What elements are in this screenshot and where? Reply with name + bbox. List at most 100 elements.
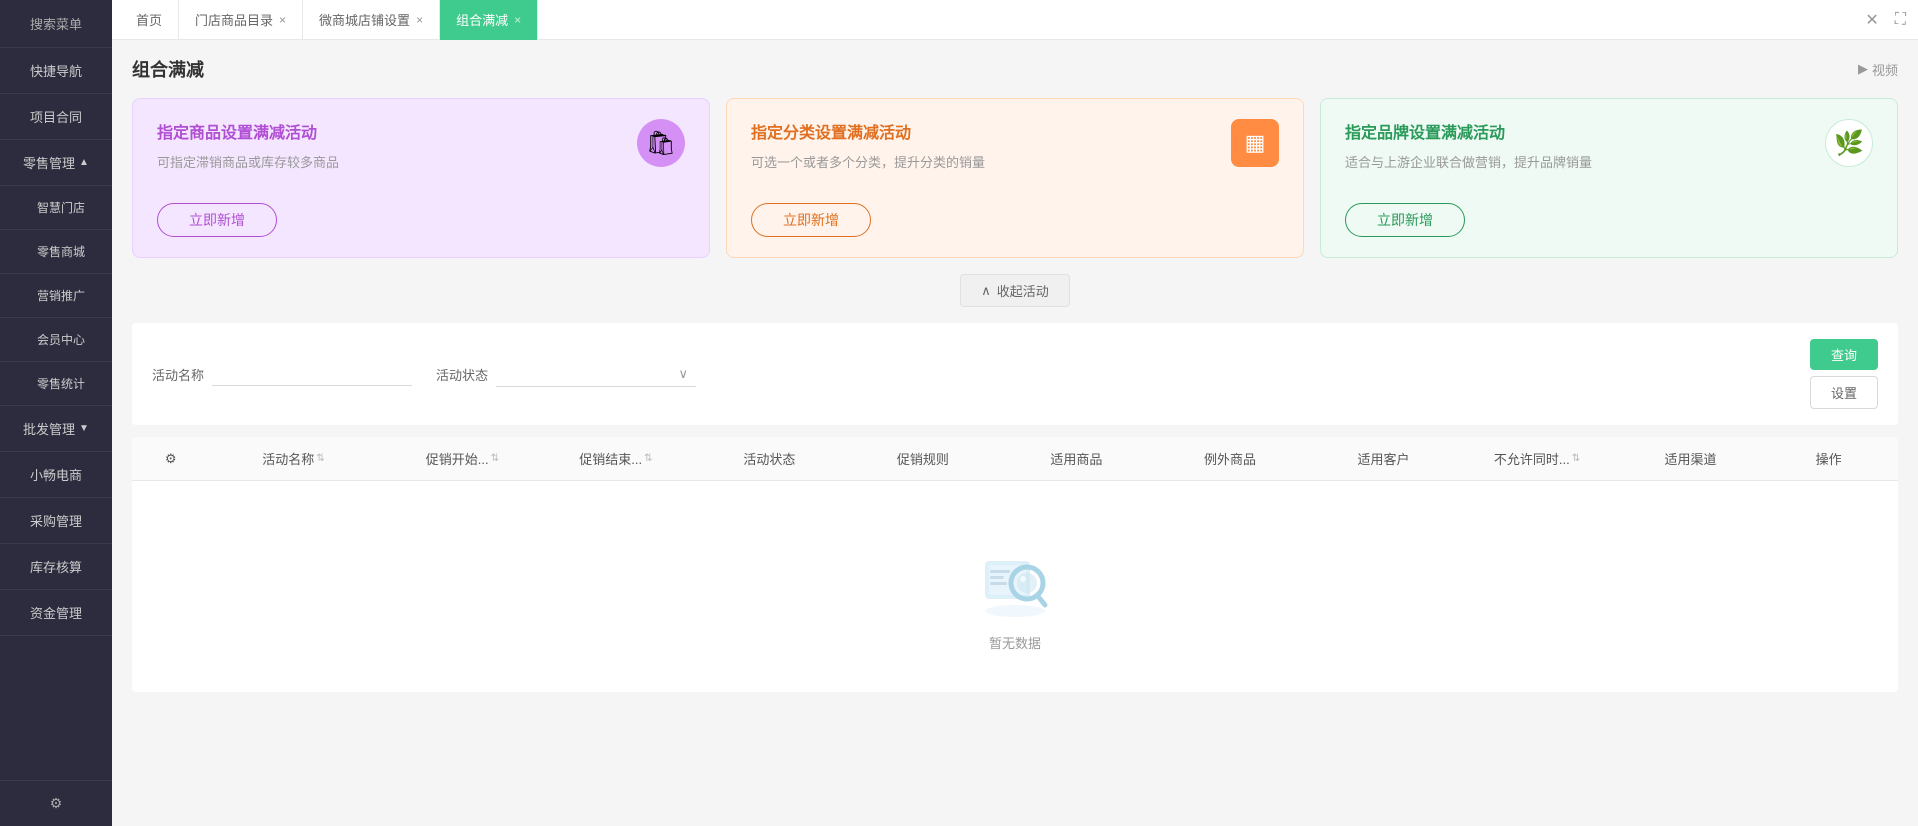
sidebar-item-fund-mgmt[interactable]: 资金管理	[0, 590, 112, 636]
th-promo-rule-label: 促销规则	[897, 449, 949, 468]
tab-product-catalog-close[interactable]: ×	[279, 13, 286, 27]
sort-icon: ⇅	[316, 453, 324, 464]
brand-card-icon: 🌿	[1825, 119, 1873, 167]
category-card-icon: ▦	[1231, 119, 1279, 167]
sidebar-item-member-center[interactable]: 会员中心	[0, 318, 112, 362]
sidebar-item-retail-mgmt[interactable]: 零售管理 ▲	[0, 140, 112, 186]
tab-combo-discount-close[interactable]: ×	[514, 13, 521, 27]
filter-status-group: 活动状态 ∨	[436, 362, 696, 387]
sidebar-item-label: 智慧门店	[37, 199, 85, 216]
th-promo-start[interactable]: 促销开始... ⇅	[386, 449, 540, 468]
brand-activity-card: 🌿 指定品牌设置满减活动 适合与上游企业联合做营销，提升品牌销量 立即新增	[1320, 98, 1898, 258]
tab-actions: ✕ ⛶	[1861, 10, 1910, 30]
settings-btn[interactable]: 设置	[1810, 376, 1878, 409]
data-table: ⚙ 活动名称 ⇅ 促销开始... ⇅ 促销结束... ⇅ 活动状态	[132, 437, 1898, 692]
sidebar-settings-btn[interactable]: ⚙	[0, 780, 112, 826]
sort-icon: ⇅	[491, 453, 499, 464]
th-activity-name[interactable]: 活动名称 ⇅	[201, 449, 385, 468]
tab-home[interactable]: 首页	[120, 0, 179, 40]
product-card-title: 指定商品设置满减活动	[157, 119, 685, 143]
category-activity-card: ▦ 指定分类设置满减活动 可选一个或者多个分类，提升分类的销量 立即新增	[726, 98, 1304, 258]
chevron-down-icon: ▼	[79, 423, 89, 434]
tab-combo-discount-label: 组合满减	[456, 10, 508, 29]
category-card-title: 指定分类设置满减活动	[751, 119, 1279, 143]
sidebar: 搜索菜单 快捷导航 项目合同 零售管理 ▲ 智慧门店 零售商城 营销推广 会员中…	[0, 0, 112, 826]
product-card-icon: 🛍	[637, 119, 685, 167]
th-promo-end-label: 促销结束...	[579, 449, 642, 468]
tab-wechat-settings-label: 微商城店铺设置	[319, 10, 410, 29]
sidebar-item-label: 会员中心	[37, 331, 85, 348]
empty-state: 暂无数据	[132, 481, 1898, 692]
sidebar-item-wholesale-mgmt[interactable]: 批发管理 ▼	[0, 406, 112, 452]
sidebar-item-label: 快捷导航	[30, 61, 82, 80]
sidebar-item-label: 营销推广	[37, 287, 85, 304]
th-applicable-channel-label: 适用渠道	[1664, 449, 1716, 468]
sidebar-item-project-contract[interactable]: 项目合同	[0, 94, 112, 140]
th-gear[interactable]: ⚙	[140, 451, 201, 467]
filter-name-label: 活动名称	[152, 365, 204, 384]
filter-name-input[interactable]	[212, 362, 412, 386]
tab-wechat-settings-close[interactable]: ×	[416, 13, 423, 27]
grid-icon: ▦	[1245, 130, 1266, 156]
filter-status-select[interactable]: ∨	[496, 362, 696, 387]
close-window-btn[interactable]: ✕	[1861, 10, 1882, 30]
th-applicable-customer: 适用客户	[1307, 449, 1461, 468]
th-no-concurrent[interactable]: 不允许同时... ⇅	[1460, 449, 1614, 468]
sidebar-item-label: 资金管理	[30, 603, 82, 622]
collapse-activities-btn[interactable]: ∧ 收起活动	[960, 274, 1070, 307]
tab-product-catalog-label: 门店商品目录	[195, 10, 273, 29]
sidebar-item-purchase-mgmt[interactable]: 采购管理	[0, 498, 112, 544]
empty-state-text: 暂无数据	[989, 633, 1041, 652]
th-exception-goods: 例外商品	[1153, 449, 1307, 468]
sidebar-item-label: 零售商城	[37, 243, 85, 260]
play-icon: ▶	[1858, 61, 1868, 77]
fullscreen-btn[interactable]: ⛶	[1891, 10, 1910, 30]
chevron-up-icon: ∧	[981, 283, 991, 299]
sidebar-item-inventory[interactable]: 库存核算	[0, 544, 112, 590]
sidebar-item-smart-store[interactable]: 智慧门店	[0, 186, 112, 230]
th-promo-start-label: 促销开始...	[426, 449, 489, 468]
product-card-add-btn[interactable]: 立即新增	[157, 203, 277, 237]
sidebar-item-label: 项目合同	[30, 107, 82, 126]
video-link[interactable]: ▶ 视频	[1858, 60, 1898, 79]
sidebar-item-quick-nav[interactable]: 快捷导航	[0, 48, 112, 94]
sort-icon: ⇅	[644, 453, 652, 464]
bag-icon: 🛍	[646, 129, 676, 158]
sidebar-item-retail-stats[interactable]: 零售统计	[0, 362, 112, 406]
th-no-concurrent-label: 不允许同时...	[1494, 449, 1570, 468]
product-activity-card: 🛍 指定商品设置满减活动 可指定滞销商品或库存较多商品 立即新增	[132, 98, 710, 258]
th-activity-name-label: 活动名称	[262, 449, 314, 468]
sidebar-search[interactable]: 搜索菜单	[0, 0, 112, 48]
collapse-bar: ∧ 收起活动	[132, 274, 1898, 307]
collapse-label: 收起活动	[997, 281, 1049, 300]
sidebar-item-label: 零售管理	[23, 153, 75, 172]
sidebar-item-label: 小畅电商	[30, 465, 82, 484]
th-operations-label: 操作	[1816, 449, 1842, 468]
sidebar-item-xiaochangecom[interactable]: 小畅电商	[0, 452, 112, 498]
th-promo-end[interactable]: 促销结束... ⇅	[539, 449, 693, 468]
empty-icon	[965, 541, 1065, 621]
th-applicable-goods: 适用商品	[1000, 449, 1154, 468]
sidebar-item-label: 零售统计	[37, 375, 85, 392]
brand-card-add-btn[interactable]: 立即新增	[1345, 203, 1465, 237]
video-link-label: 视频	[1872, 60, 1898, 79]
table-header: ⚙ 活动名称 ⇅ 促销开始... ⇅ 促销结束... ⇅ 活动状态	[132, 437, 1898, 481]
filter-status-label: 活动状态	[436, 365, 488, 384]
category-card-add-btn[interactable]: 立即新增	[751, 203, 871, 237]
th-applicable-customer-label: 适用客户	[1357, 449, 1409, 468]
product-card-desc: 可指定滞销商品或库存较多商品	[157, 153, 685, 174]
tab-combo-discount[interactable]: 组合满减 ×	[440, 0, 538, 40]
sidebar-item-label: 采购管理	[30, 511, 82, 530]
chevron-up-icon: ▲	[79, 157, 89, 168]
activity-cards: 🛍 指定商品设置满减活动 可指定滞销商品或库存较多商品 立即新增 ▦ 指定分类设…	[132, 98, 1898, 258]
tab-wechat-settings[interactable]: 微商城店铺设置 ×	[303, 0, 440, 40]
query-btn[interactable]: 查询	[1810, 339, 1878, 370]
main-area: 首页 门店商品目录 × 微商城店铺设置 × 组合满减 × ✕ ⛶ 组合满减 ▶ …	[112, 0, 1918, 826]
tab-product-catalog[interactable]: 门店商品目录 ×	[179, 0, 303, 40]
sidebar-item-retail-mall[interactable]: 零售商城	[0, 230, 112, 274]
gear-icon: ⚙	[50, 795, 63, 811]
th-exception-goods-label: 例外商品	[1204, 449, 1256, 468]
sidebar-item-marketing[interactable]: 营销推广	[0, 274, 112, 318]
filter-actions: 查询 设置	[1810, 339, 1878, 409]
page-header: 组合满减 ▶ 视频	[132, 56, 1898, 82]
